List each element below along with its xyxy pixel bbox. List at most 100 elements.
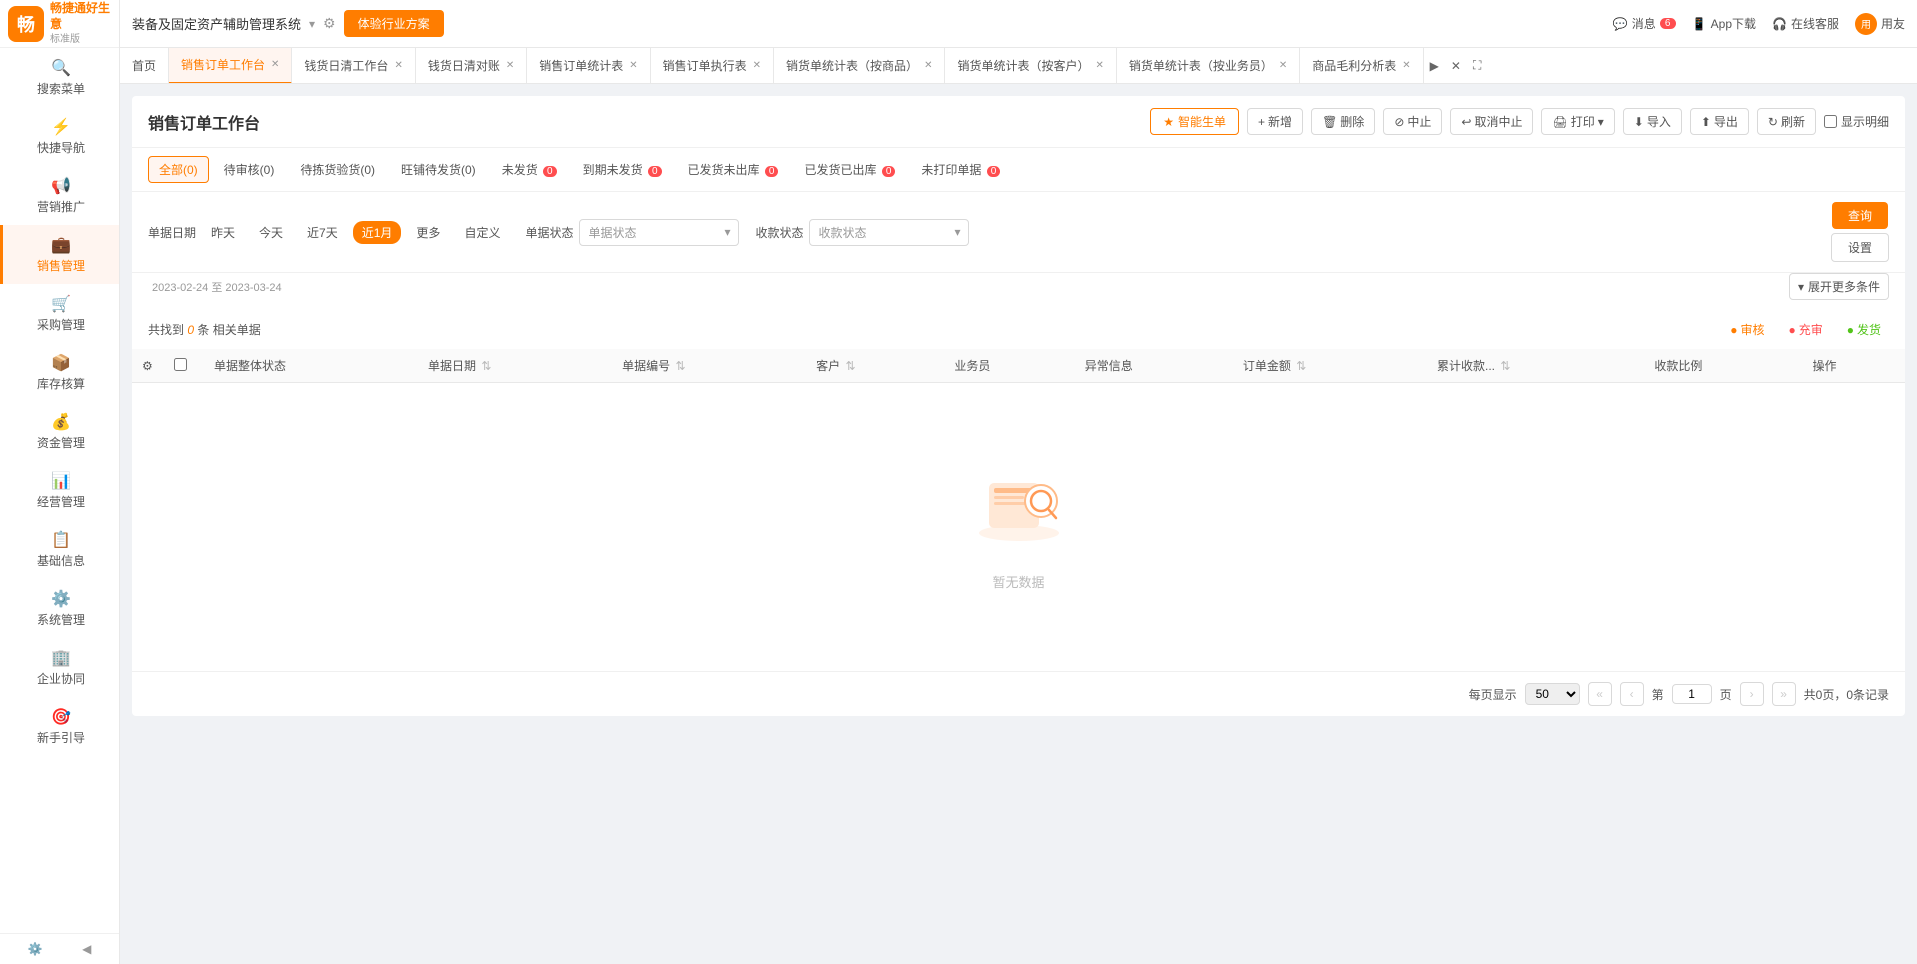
prev-page-btn[interactable]: ‹ — [1620, 682, 1644, 706]
col-action: 操作 — [1803, 349, 1905, 383]
print-button[interactable]: 🖨 打印 ▾ — [1541, 108, 1614, 135]
last-page-btn[interactable]: » — [1772, 682, 1796, 706]
quick-nav-icon: ⚡ — [51, 117, 71, 137]
tab-cash-daily[interactable]: 钱货日清工作台 ✕ — [292, 48, 415, 84]
sub-tab-not-shipped[interactable]: 未发货 0 — [491, 156, 568, 183]
date-btn-more[interactable]: 更多 — [407, 221, 449, 244]
tab-close-icon[interactable]: ✕ — [1402, 60, 1410, 71]
sidebar-item-system[interactable]: ⚙️ 系统管理 — [0, 579, 119, 638]
tab-sales-order-workspace[interactable]: 销售订单工作台 ✕ — [169, 48, 292, 84]
sidebar-item-guide[interactable]: 🎯 新手引导 — [0, 697, 119, 756]
show-detail-checkbox-label[interactable]: 显示明细 — [1824, 113, 1889, 130]
tab-close-icon[interactable]: ✕ — [271, 59, 279, 70]
online-support-btn[interactable]: 🎧 在线客服 — [1772, 15, 1839, 32]
tab-cash-goods-reconcile[interactable]: 钱货日清对账 ✕ — [416, 48, 527, 84]
found-count: 0 — [187, 323, 194, 337]
sidebar-item-purchase[interactable]: 🛒 采购管理 — [0, 284, 119, 343]
tab-expand-btn[interactable]: ⛶ — [1467, 48, 1487, 84]
main-area: 装备及固定资产辅助管理系统 ▾ ⚙ 体验行业方案 💬 消息 6 📱 App下载 … — [120, 0, 1917, 964]
app-download-btn[interactable]: 📱 App下载 — [1692, 15, 1756, 32]
pause-button[interactable]: ⊘ 中止 — [1383, 108, 1442, 135]
tab-close-icon[interactable]: ✕ — [1095, 60, 1103, 71]
per-page-select[interactable]: 50 100 200 — [1525, 683, 1580, 705]
tab-close-icon[interactable]: ✕ — [506, 60, 514, 71]
settings-gear-icon[interactable]: ⚙ — [323, 15, 336, 32]
ship-btn[interactable]: ● 发货 — [1839, 318, 1889, 341]
payment-select[interactable]: 收款状态 ▾ — [809, 219, 969, 246]
audit-circle-icon: ● — [1730, 323, 1737, 337]
system-icon: ⚙️ — [51, 589, 71, 609]
date-btn-today[interactable]: 今天 — [250, 221, 292, 244]
sidebar-item-search[interactable]: 🔍 搜索菜单 — [0, 48, 119, 107]
tab-goods-stats-product[interactable]: 销货单统计表（按商品） ✕ — [774, 48, 945, 84]
page-number-input[interactable] — [1672, 684, 1712, 704]
industry-solution-button[interactable]: 体验行业方案 — [344, 10, 444, 37]
audit-btn[interactable]: ● 审核 — [1722, 318, 1772, 341]
tab-close-icon[interactable]: ✕ — [629, 60, 637, 71]
sidebar-item-finance[interactable]: 💰 资金管理 — [0, 402, 119, 461]
tab-product-margin[interactable]: 商品毛利分析表 ✕ — [1300, 48, 1423, 84]
import-button[interactable]: ⬇ 导入 — [1623, 108, 1682, 135]
date-btn-1month[interactable]: 近1月 — [353, 221, 402, 244]
tab-close-icon[interactable]: ✕ — [924, 60, 932, 71]
sub-tab-pending-review[interactable]: 待审核(0) — [213, 156, 286, 183]
sub-tab-expired-not-shipped[interactable]: 到期未发货 0 — [572, 156, 673, 183]
user-menu-btn[interactable]: 用 用友 — [1855, 13, 1905, 35]
next-page-btn[interactable]: › — [1740, 682, 1764, 706]
date-btn-custom[interactable]: 自定义 — [455, 221, 509, 244]
sidebar-item-marketing[interactable]: 📢 营销推广 — [0, 166, 119, 225]
sub-tab-shipped-in[interactable]: 已发货已出库 0 — [793, 156, 906, 183]
table-actions: ● 审核 ● 充审 ● 发货 — [1722, 318, 1889, 341]
add-button[interactable]: + 新增 — [1247, 108, 1303, 135]
show-detail-checkbox[interactable] — [1824, 115, 1837, 128]
select-all-checkbox[interactable] — [174, 358, 187, 371]
filter-setting-button[interactable]: 设置 — [1831, 233, 1889, 262]
sidebar-item-enterprise[interactable]: 🏢 企业协同 — [0, 638, 119, 697]
tab-close-icon[interactable]: ✕ — [753, 60, 761, 71]
sub-tab-pending-inspect[interactable]: 待拣货验货(0) — [289, 156, 386, 183]
col-customer[interactable]: 客户 ⇅ — [806, 349, 944, 383]
sidebar-item-inventory[interactable]: 📦 库存核算 — [0, 343, 119, 402]
collapse-icon[interactable]: ◀ — [82, 942, 91, 956]
col-date[interactable]: 单据日期 ⇅ — [418, 349, 612, 383]
tab-home[interactable]: 首页 — [120, 48, 169, 84]
col-number[interactable]: 单据编号 ⇅ — [612, 349, 806, 383]
sub-tab-shipped-not-in[interactable]: 已发货未出库 0 — [677, 156, 790, 183]
sidebar-item-basic-info[interactable]: 📋 基础信息 — [0, 520, 119, 579]
sidebar-item-quick-nav[interactable]: ⚡ 快捷导航 — [0, 107, 119, 166]
cancel-pause-button[interactable]: ↩ 取消中止 — [1450, 108, 1533, 135]
tab-goods-stats-customer[interactable]: 销货单统计表（按客户） ✕ — [945, 48, 1116, 84]
col-checkbox[interactable] — [164, 349, 204, 383]
delete-button[interactable]: 🗑 删除 — [1311, 108, 1375, 135]
tab-close-all-btn[interactable]: ✕ — [1445, 48, 1467, 84]
tab-sales-order-exec[interactable]: 销售订单执行表 ✕ — [651, 48, 774, 84]
sidebar-item-sales[interactable]: 💼 销售管理 — [0, 225, 119, 284]
date-btn-7days[interactable]: 近7天 — [298, 221, 347, 244]
sub-tab-not-printed[interactable]: 未打印单据 0 — [910, 156, 1011, 183]
first-page-btn[interactable]: « — [1588, 682, 1612, 706]
expand-conditions-button[interactable]: ▾ 展开更多条件 — [1789, 273, 1889, 300]
smart-create-button[interactable]: ★ 智能生单 — [1150, 108, 1239, 135]
col-amount[interactable]: 订单金额 ⇅ — [1233, 349, 1427, 383]
cancel-audit-btn[interactable]: ● 充审 — [1780, 318, 1830, 341]
tab-close-icon[interactable]: ✕ — [1279, 60, 1287, 71]
refresh-button[interactable]: ↻ 刷新 — [1757, 108, 1816, 135]
date-btn-yesterday[interactable]: 昨天 — [202, 221, 244, 244]
tab-close-icon[interactable]: ✕ — [394, 60, 402, 71]
status-select[interactable]: 单据状态 ▾ — [579, 219, 739, 246]
col-collected[interactable]: 累计收款... ⇅ — [1427, 349, 1644, 383]
query-button[interactable]: 查询 — [1832, 202, 1888, 229]
sub-tab-wangpu-pending-ship[interactable]: 旺铺待发货(0) — [390, 156, 487, 183]
tab-sales-order-stats[interactable]: 销售订单统计表 ✕ — [527, 48, 650, 84]
sidebar-item-operations[interactable]: 📊 经营管理 — [0, 461, 119, 520]
message-btn[interactable]: 💬 消息 6 — [1613, 15, 1676, 32]
sub-tab-all[interactable]: 全部(0) — [148, 156, 209, 183]
status-select-dropdown-icon: ▾ — [724, 225, 730, 239]
tab-more-btn[interactable]: ▶ — [1424, 48, 1445, 84]
tab-goods-stats-staff[interactable]: 销货单统计表（按业务员） ✕ — [1117, 48, 1300, 84]
export-button[interactable]: ⬆ 导出 — [1690, 108, 1749, 135]
table-scroll-area: ⚙ 单据整体状态 单据日期 ⇅ 单据编号 ⇅ 客户 ⇅ 业务员 异常信息 订单金… — [132, 349, 1905, 383]
settings-icon[interactable]: ⚙️ — [28, 942, 43, 956]
col-gear[interactable]: ⚙ — [132, 349, 164, 383]
system-title-dropdown-icon[interactable]: ▾ — [309, 17, 315, 31]
